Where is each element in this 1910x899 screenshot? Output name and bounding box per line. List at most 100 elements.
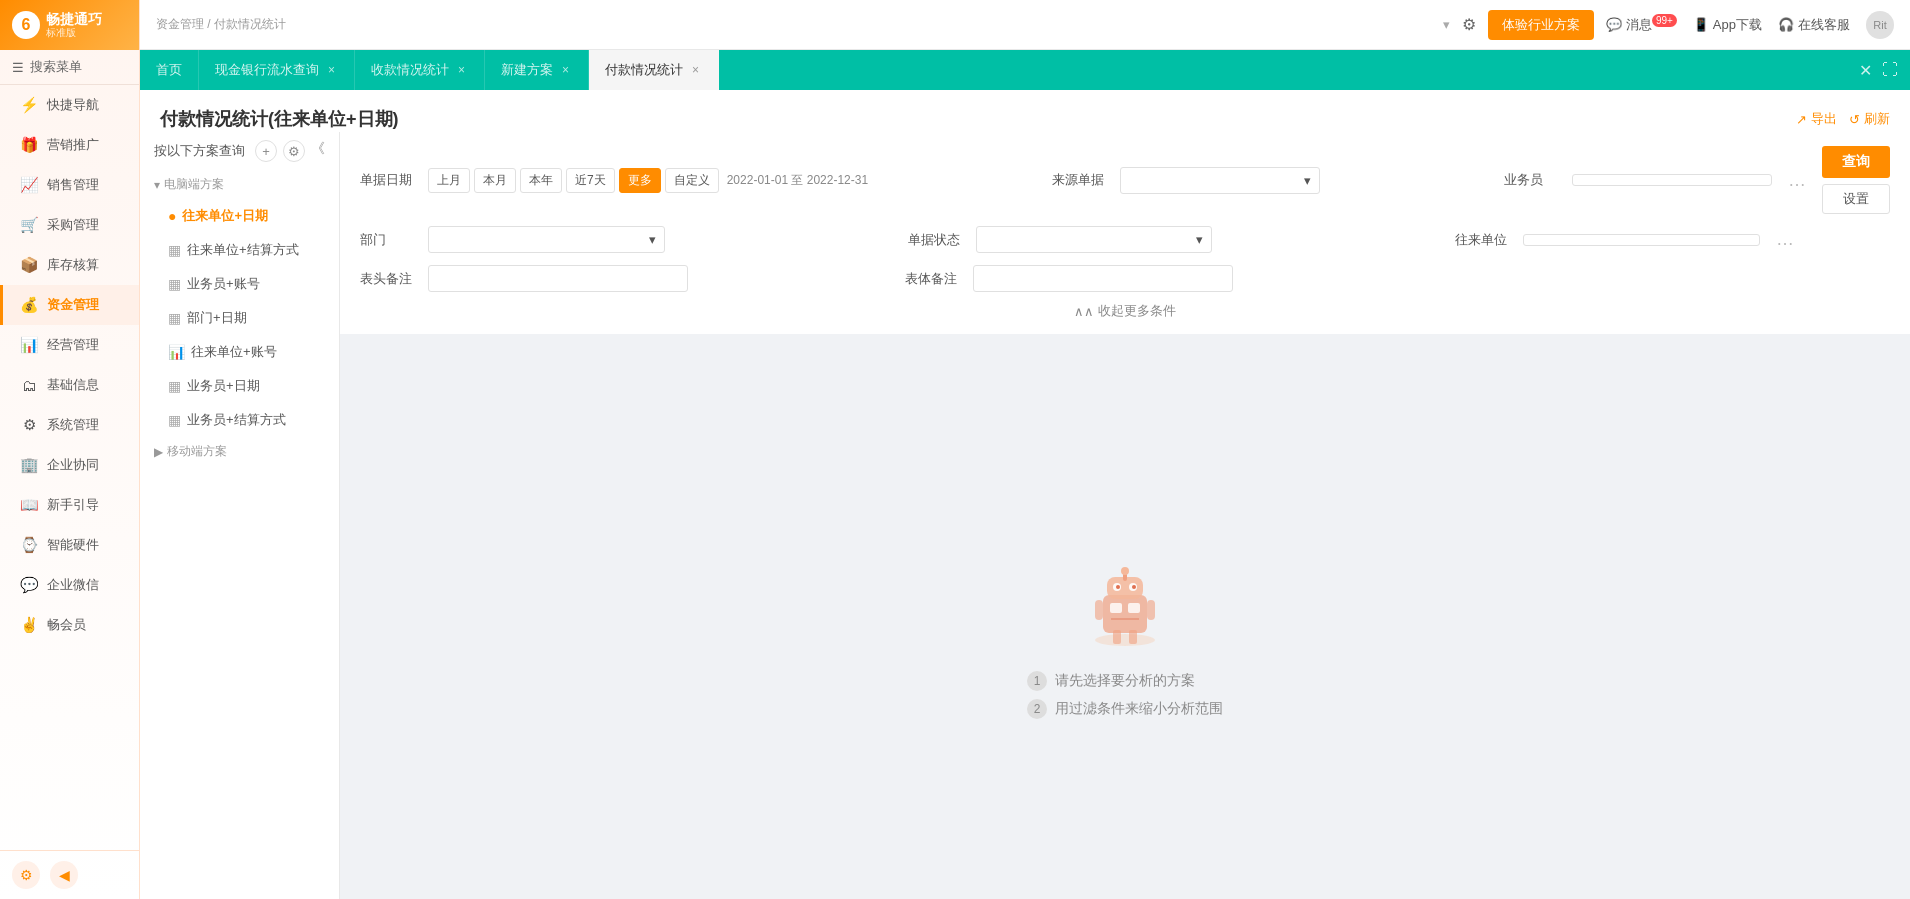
- filter-and-content: 按以下方案查询 + ⚙ 《 ▾ 电脑端方案 ● 往来单位+日期 ▦: [140, 132, 1910, 899]
- quick-nav-icon: ⚡: [19, 96, 39, 114]
- manage-scheme-btn[interactable]: ⚙: [283, 140, 305, 162]
- headset-icon: 🎧: [1778, 17, 1794, 32]
- sidebar-item-operations[interactable]: 📊 经营管理: [0, 325, 139, 365]
- search-menu[interactable]: ☰ 搜索菜单: [0, 50, 139, 85]
- svg-point-11: [1116, 585, 1120, 589]
- tab-payment-stats[interactable]: 付款情况统计 ×: [589, 50, 719, 90]
- sidebar-item-guide[interactable]: 📖 新手引导: [0, 485, 139, 525]
- hardware-icon: ⌚: [19, 536, 39, 554]
- empty-state: 1 请先选择要分析的方案 2 用过滤条件来缩小分析范围: [1027, 555, 1223, 719]
- sidebar-item-inventory[interactable]: 📦 库存核算: [0, 245, 139, 285]
- scheme-group-mobile[interactable]: ▶ 移动端方案: [140, 437, 339, 466]
- settings-btn[interactable]: ⚙: [12, 861, 40, 889]
- filter-settings-btn[interactable]: 设置: [1822, 184, 1890, 214]
- purchase-icon: 🛒: [19, 216, 39, 234]
- scheme-item-counterparty-account[interactable]: 📊 往来单位+账号: [140, 335, 339, 369]
- scheme-item-counterparty-payment[interactable]: ▦ 往来单位+结算方式: [140, 233, 339, 267]
- empty-tip-1: 1 请先选择要分析的方案: [1027, 671, 1223, 691]
- tab-bank-flow-close[interactable]: ×: [325, 62, 338, 78]
- topbar-actions: 💬 消息 99+ 📱 App下载 🎧 在线客服 Rit: [1606, 11, 1894, 39]
- system-icon: ⚙: [19, 416, 39, 434]
- sidebar-item-sales[interactable]: 📈 销售管理: [0, 165, 139, 205]
- scheme-icon-4: 📊: [168, 344, 185, 360]
- tab-home[interactable]: 首页: [140, 50, 199, 90]
- tab-new-scheme-close[interactable]: ×: [559, 62, 572, 78]
- gear-icon[interactable]: ⚙: [1462, 15, 1476, 34]
- empty-area: 1 请先选择要分析的方案 2 用过滤条件来缩小分析范围: [340, 334, 1910, 899]
- scheme-item-salesperson-account[interactable]: ▦ 业务员+账号: [140, 267, 339, 301]
- add-scheme-btn[interactable]: +: [255, 140, 277, 162]
- svg-rect-6: [1113, 630, 1121, 644]
- export-icon: ↗: [1796, 112, 1807, 127]
- sidebar-nav: ⚡ 快捷导航 🎁 营销推广 📈 销售管理 🛒 采购管理 📦 库存核算 💰 资金管…: [0, 85, 139, 850]
- collapse-sidebar-btn[interactable]: ◀: [50, 861, 78, 889]
- dept-select[interactable]: ▾: [428, 226, 665, 253]
- page-title: 付款情况统计(往来单位+日期): [160, 107, 399, 131]
- svg-point-0: [1095, 634, 1155, 646]
- body-remark-input[interactable]: [973, 265, 1233, 292]
- sidebar-item-system[interactable]: ⚙ 系统管理: [0, 405, 139, 445]
- sidebar-item-purchase[interactable]: 🛒 采购管理: [0, 205, 139, 245]
- collapse-btn[interactable]: ∧∧ 收起更多条件: [1074, 296, 1176, 326]
- breadcrumb: 资金管理 / 付款情况统计: [156, 16, 1431, 33]
- logo-icon: 6: [12, 11, 40, 39]
- app-download-action[interactable]: 📱 App下载: [1693, 16, 1762, 34]
- header-remark-input[interactable]: [428, 265, 688, 292]
- page-header-actions: ↗ 导出 ↺ 刷新: [1796, 106, 1890, 132]
- export-btn[interactable]: ↗ 导出: [1796, 106, 1837, 132]
- sidebar-item-basic-info[interactable]: 🗂 基础信息: [0, 365, 139, 405]
- tab-payment-stats-close[interactable]: ×: [689, 62, 702, 78]
- messages-action[interactable]: 💬 消息 99+: [1606, 16, 1677, 34]
- inventory-icon: 📦: [19, 256, 39, 274]
- scheme-item-salesperson-date[interactable]: ▦ 业务员+日期: [140, 369, 339, 403]
- tab-new-scheme[interactable]: 新建方案 ×: [485, 50, 589, 90]
- chevron-down-icon[interactable]: ▾: [1443, 17, 1450, 32]
- query-btn[interactable]: 查询: [1822, 146, 1890, 178]
- refresh-btn[interactable]: ↺ 刷新: [1849, 106, 1890, 132]
- scheme-item-counterparty-date[interactable]: ● 往来单位+日期: [140, 199, 339, 233]
- svg-point-14: [1121, 567, 1129, 575]
- date-btn-custom[interactable]: 自定义: [665, 168, 719, 193]
- sidebar-item-vip[interactable]: ✌ 畅会员: [0, 605, 139, 645]
- tab-maximize-btn[interactable]: ⛶: [1882, 61, 1898, 79]
- page-content: 付款情况统计(往来单位+日期) ↗ 导出 ↺ 刷新 按以下方案查询 +: [140, 90, 1910, 899]
- refresh-icon: ↺: [1849, 112, 1860, 127]
- chevron-down-icon: ▾: [649, 232, 656, 247]
- vip-icon: ✌: [19, 616, 39, 634]
- scheme-item-salesperson-payment[interactable]: ▦ 业务员+结算方式: [140, 403, 339, 437]
- source-select[interactable]: ▾: [1120, 167, 1320, 194]
- doc-status-label: 单据状态: [908, 231, 964, 249]
- tab-bank-flow[interactable]: 现金银行流水查询 ×: [199, 50, 355, 90]
- salesperson-more-btn[interactable]: …: [1788, 170, 1806, 191]
- guide-icon: 📖: [19, 496, 39, 514]
- filter-query-col: 查询 设置: [1822, 146, 1890, 214]
- salesperson-select[interactable]: [1572, 174, 1772, 186]
- sidebar-item-finance[interactable]: 💰 资金管理: [0, 285, 139, 325]
- date-btn-this-month[interactable]: 本月: [474, 168, 516, 193]
- counterparty-more-btn[interactable]: …: [1776, 229, 1794, 250]
- date-btn-last-month[interactable]: 上月: [428, 168, 470, 193]
- sidebar-item-hardware[interactable]: ⌚ 智能硬件: [0, 525, 139, 565]
- tab-receipt-stats[interactable]: 收款情况统计 ×: [355, 50, 485, 90]
- online-service-action[interactable]: 🎧 在线客服: [1778, 16, 1850, 34]
- tab-receipt-stats-close[interactable]: ×: [455, 62, 468, 78]
- doc-status-select[interactable]: ▾: [976, 226, 1213, 253]
- finance-icon: 💰: [19, 296, 39, 314]
- scheme-icon-1: ▦: [168, 242, 181, 258]
- sidebar-item-quick-nav[interactable]: ⚡ 快捷导航: [0, 85, 139, 125]
- sidebar-item-marketing[interactable]: 🎁 营销推广: [0, 125, 139, 165]
- scheme-group-desktop[interactable]: ▾ 电脑端方案: [140, 170, 339, 199]
- sidebar-item-weixin[interactable]: 💬 企业微信: [0, 565, 139, 605]
- collapse-panel-btn[interactable]: 《: [311, 140, 325, 162]
- sidebar-item-enterprise[interactable]: 🏢 企业协同: [0, 445, 139, 485]
- user-avatar[interactable]: Rit: [1866, 11, 1894, 39]
- scheme-item-dept-date[interactable]: ▦ 部门+日期: [140, 301, 339, 335]
- counterparty-select[interactable]: [1523, 234, 1760, 246]
- date-btn-this-year[interactable]: 本年: [520, 168, 562, 193]
- sales-icon: 📈: [19, 176, 39, 194]
- tip-num-1: 1: [1027, 671, 1047, 691]
- trial-btn[interactable]: 体验行业方案: [1488, 10, 1594, 40]
- date-btn-more[interactable]: 更多: [619, 168, 661, 193]
- date-btn-7days[interactable]: 近7天: [566, 168, 615, 193]
- tab-close-all-btn[interactable]: ✕: [1859, 61, 1872, 80]
